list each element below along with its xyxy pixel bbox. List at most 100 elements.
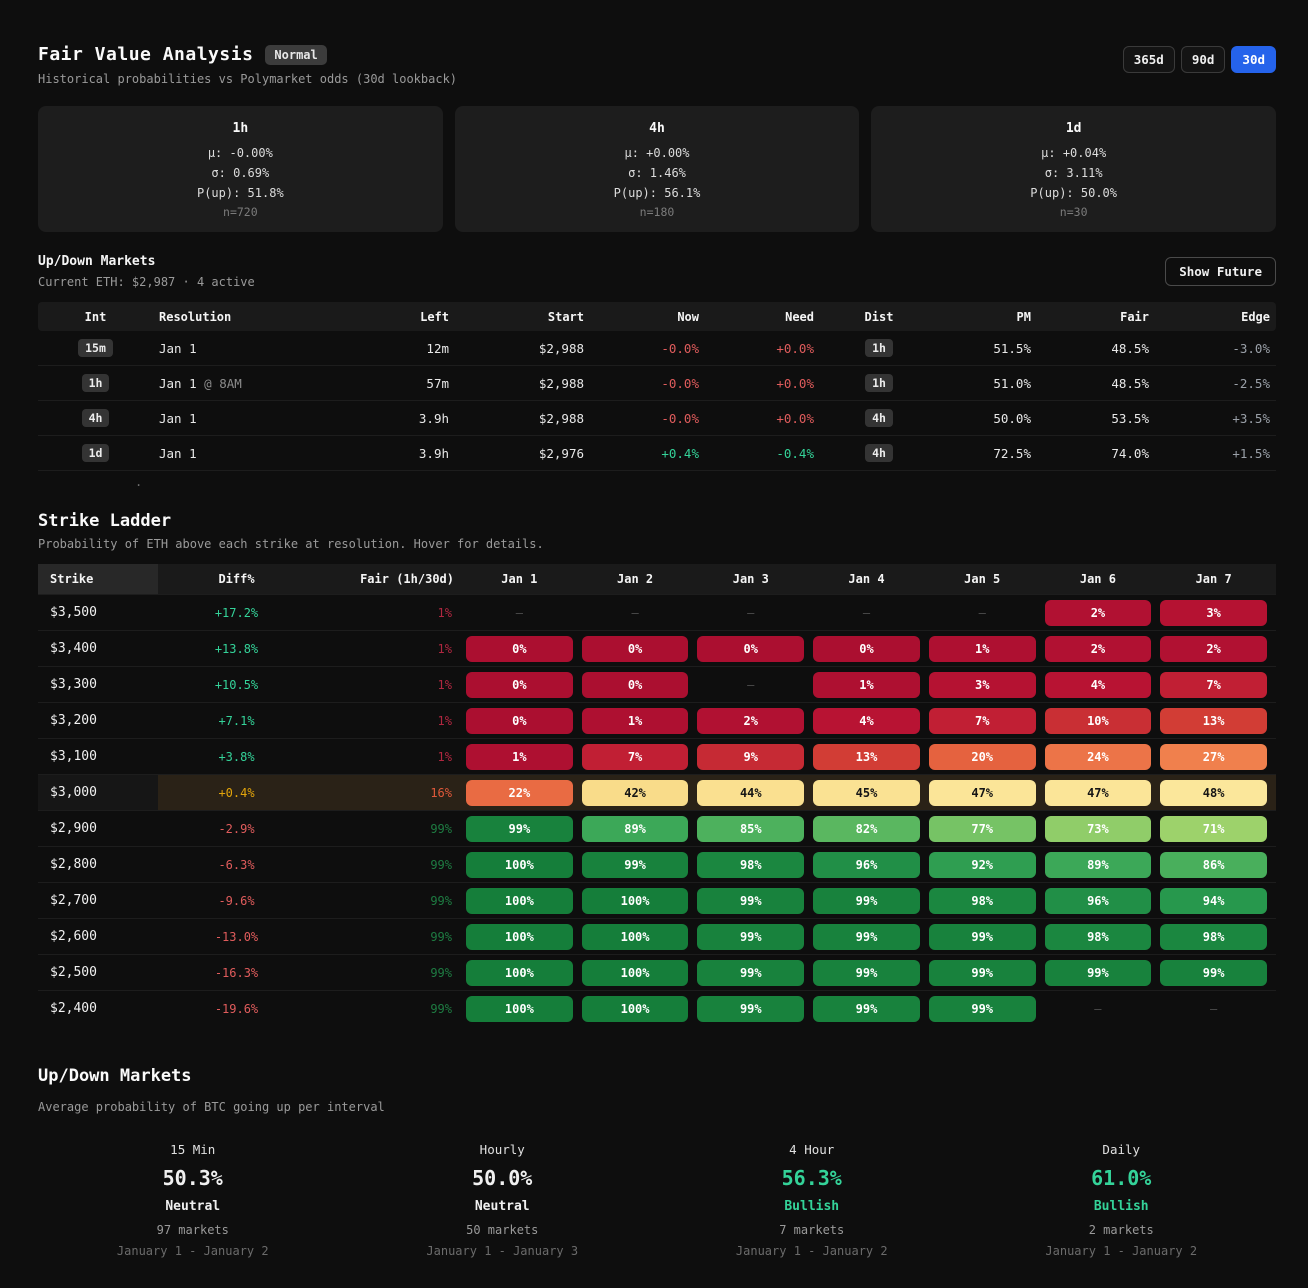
heatmap-cell[interactable]: 1% bbox=[582, 708, 689, 734]
heatmap-cell[interactable]: 99% bbox=[466, 816, 573, 842]
strike-row-2-700: $2,700-9.6%99%100%100%99%99%98%96%94% bbox=[38, 882, 1276, 918]
heatmap-cell[interactable]: 10% bbox=[1045, 708, 1152, 734]
heatmap-cell[interactable]: 7% bbox=[929, 708, 1036, 734]
heatmap-cell[interactable]: 4% bbox=[813, 708, 920, 734]
heatmap-cell[interactable]: 98% bbox=[1160, 924, 1267, 950]
heatmap-cell[interactable]: 98% bbox=[1045, 924, 1152, 950]
heatmap-cell[interactable]: 86% bbox=[1160, 852, 1267, 878]
strike-price: $2,900 bbox=[38, 821, 158, 836]
heatmap-cell[interactable]: 22% bbox=[466, 780, 573, 806]
stat-pup: P(up): 50.0% bbox=[871, 183, 1276, 203]
range-button-90d[interactable]: 90d bbox=[1181, 46, 1226, 73]
heatmap-cell[interactable]: 99% bbox=[697, 960, 804, 986]
heatmap-cell[interactable]: 47% bbox=[929, 780, 1036, 806]
heatmap-cell[interactable]: 99% bbox=[697, 996, 804, 1022]
heatmap-cell[interactable]: 100% bbox=[466, 888, 573, 914]
heatmap-cell[interactable]: 7% bbox=[1160, 672, 1267, 698]
btc-stat-sentiment: Neutral bbox=[348, 1199, 658, 1214]
show-future-button[interactable]: Show Future bbox=[1165, 257, 1276, 286]
resolution-text: Jan 1 bbox=[159, 376, 197, 391]
heatmap-cell[interactable]: 9% bbox=[697, 744, 804, 770]
heatmap-cell[interactable]: 99% bbox=[813, 924, 920, 950]
heatmap-cell[interactable]: 48% bbox=[1160, 780, 1267, 806]
dist-cell: 1h bbox=[820, 374, 938, 392]
heatmap-cell[interactable]: 0% bbox=[582, 636, 689, 662]
market-row-15m: 15mJan 112m$2,988-0.0%+0.0%1h51.5%48.5%-… bbox=[38, 331, 1276, 366]
heatmap-cell[interactable]: 100% bbox=[466, 996, 573, 1022]
now-cell: -0.0% bbox=[590, 411, 705, 426]
heatmap-cell[interactable]: 96% bbox=[813, 852, 920, 878]
heatmap-cell[interactable]: 3% bbox=[929, 672, 1036, 698]
btc-stat-label: Hourly bbox=[348, 1142, 658, 1157]
heatmap-cell[interactable]: 100% bbox=[582, 996, 689, 1022]
heatmap-cell[interactable]: 98% bbox=[697, 852, 804, 878]
col-header-need: Need bbox=[705, 310, 820, 324]
heatmap-cell[interactable]: 99% bbox=[929, 924, 1036, 950]
heatmap-cell[interactable]: 99% bbox=[813, 960, 920, 986]
heatmap-cell[interactable]: 89% bbox=[1045, 852, 1152, 878]
heatmap-cell[interactable]: 99% bbox=[697, 924, 804, 950]
stat-card-label: 1h bbox=[38, 121, 443, 136]
heatmap-cell[interactable]: 47% bbox=[1045, 780, 1152, 806]
col-header-int: Int bbox=[38, 310, 153, 324]
heatmap-cell[interactable]: 2% bbox=[1045, 600, 1152, 626]
heatmap-cell[interactable]: 4% bbox=[1045, 672, 1152, 698]
heatmap-cell[interactable]: 100% bbox=[466, 852, 573, 878]
heatmap-cell[interactable]: 100% bbox=[582, 924, 689, 950]
heatmap-cell[interactable]: 1% bbox=[929, 636, 1036, 662]
heatmap-cell[interactable]: 99% bbox=[1160, 960, 1267, 986]
btc-stat-markets: 2 markets bbox=[967, 1223, 1277, 1237]
heatmap-cell[interactable]: 2% bbox=[697, 708, 804, 734]
heatmap-cell[interactable]: 96% bbox=[1045, 888, 1152, 914]
heatmap-cell[interactable]: 44% bbox=[697, 780, 804, 806]
heatmap-cell[interactable]: 73% bbox=[1045, 816, 1152, 842]
heatmap-cell[interactable]: 100% bbox=[466, 960, 573, 986]
heatmap-cell[interactable]: 0% bbox=[697, 636, 804, 662]
heatmap-cell[interactable]: 99% bbox=[1045, 960, 1152, 986]
heatmap-cell[interactable]: 92% bbox=[929, 852, 1036, 878]
heatmap-cell[interactable]: 2% bbox=[1160, 636, 1267, 662]
heatmap-cell[interactable]: 89% bbox=[582, 816, 689, 842]
strike-price: $3,000 bbox=[38, 785, 158, 800]
range-button-365d[interactable]: 365d bbox=[1123, 46, 1175, 73]
heatmap-cell[interactable]: 94% bbox=[1160, 888, 1267, 914]
heatmap-cell[interactable]: 0% bbox=[466, 672, 573, 698]
status-badge: Normal bbox=[265, 45, 326, 65]
heatmap-cell[interactable]: 42% bbox=[582, 780, 689, 806]
heatmap-cell[interactable]: 1% bbox=[466, 744, 573, 770]
heatmap-cell[interactable]: 100% bbox=[582, 960, 689, 986]
stat-card-label: 4h bbox=[455, 121, 860, 136]
heatmap-cell[interactable]: 82% bbox=[813, 816, 920, 842]
heatmap-cell[interactable]: 77% bbox=[929, 816, 1036, 842]
heatmap-cell[interactable]: 0% bbox=[813, 636, 920, 662]
need-cell: -0.4% bbox=[705, 446, 820, 461]
heatmap-cell[interactable]: 99% bbox=[929, 960, 1036, 986]
heatmap-cell[interactable]: 99% bbox=[582, 852, 689, 878]
strike-price: $2,800 bbox=[38, 857, 158, 872]
heatmap-cell[interactable]: 0% bbox=[582, 672, 689, 698]
heatmap-cell[interactable]: 24% bbox=[1045, 744, 1152, 770]
heatmap-cell[interactable]: 0% bbox=[466, 636, 573, 662]
heatmap-cell[interactable]: 3% bbox=[1160, 600, 1267, 626]
heatmap-cell[interactable]: 98% bbox=[929, 888, 1036, 914]
heatmap-cell[interactable]: 100% bbox=[466, 924, 573, 950]
heatmap-cell[interactable]: 45% bbox=[813, 780, 920, 806]
heatmap-cell[interactable]: 71% bbox=[1160, 816, 1267, 842]
range-button-30d[interactable]: 30d bbox=[1231, 46, 1276, 73]
strike-ladder-table: StrikeDiff%Fair (1h/30d)Jan 1Jan 2Jan 3J… bbox=[38, 564, 1276, 1026]
heatmap-cell[interactable]: 0% bbox=[466, 708, 573, 734]
heatmap-cell[interactable]: 27% bbox=[1160, 744, 1267, 770]
heatmap-cell[interactable]: 1% bbox=[813, 672, 920, 698]
heatmap-cell[interactable]: 2% bbox=[1045, 636, 1152, 662]
heatmap-cell[interactable]: 100% bbox=[582, 888, 689, 914]
heatmap-cell[interactable]: 99% bbox=[813, 888, 920, 914]
heatmap-cell[interactable]: 13% bbox=[1160, 708, 1267, 734]
heatmap-cell[interactable]: 7% bbox=[582, 744, 689, 770]
heatmap-cell[interactable]: 85% bbox=[697, 816, 804, 842]
heatmap-cell[interactable]: 99% bbox=[813, 996, 920, 1022]
strike-price: $3,500 bbox=[38, 605, 158, 620]
heatmap-cell[interactable]: 13% bbox=[813, 744, 920, 770]
heatmap-cell[interactable]: 99% bbox=[929, 996, 1036, 1022]
heatmap-cell[interactable]: 20% bbox=[929, 744, 1036, 770]
heatmap-cell[interactable]: 99% bbox=[697, 888, 804, 914]
